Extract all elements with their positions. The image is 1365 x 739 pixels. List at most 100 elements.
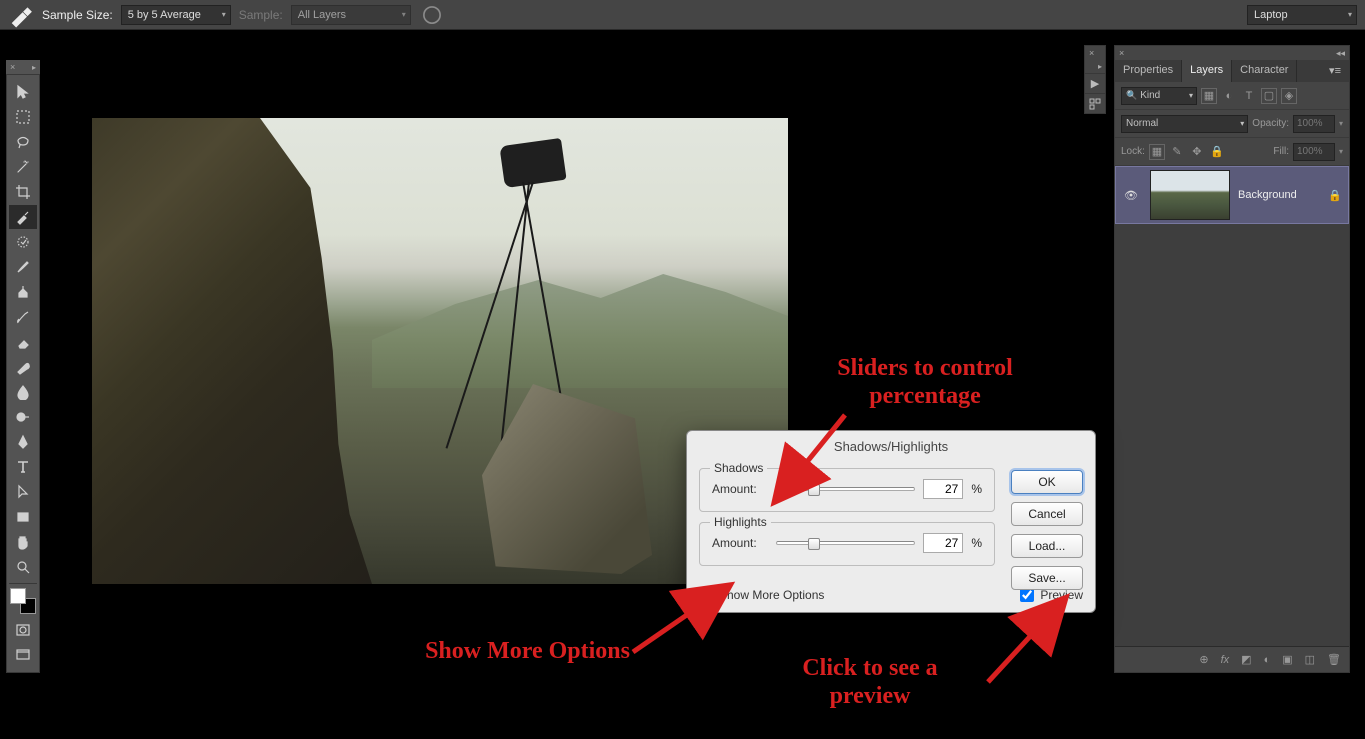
- slider-thumb-icon[interactable]: [808, 484, 820, 496]
- kind-filter-dropdown[interactable]: 🔍Kind▾: [1121, 87, 1197, 105]
- blur-tool[interactable]: [9, 380, 37, 404]
- highlights-amount-input[interactable]: [923, 533, 963, 553]
- sample-size-value: 5 by 5 Average: [128, 9, 201, 21]
- marquee-tool[interactable]: [9, 105, 37, 129]
- lock-transparency-icon[interactable]: ▦: [1149, 144, 1165, 160]
- move-tool[interactable]: [9, 80, 37, 104]
- path-selection-tool[interactable]: [9, 480, 37, 504]
- color-swatches[interactable]: [10, 588, 36, 614]
- type-tool[interactable]: [9, 455, 37, 479]
- blend-row: Normal▾ Opacity: 100% ▾: [1115, 110, 1349, 138]
- rectangle-tool[interactable]: [9, 505, 37, 529]
- load-button[interactable]: Load...: [1011, 534, 1083, 558]
- percent-label: %: [971, 536, 982, 550]
- fill-value[interactable]: 100%: [1293, 143, 1335, 161]
- new-layer-icon[interactable]: ◫: [1305, 653, 1315, 666]
- annotation-sliders: Sliders to control percentage: [800, 355, 1050, 410]
- show-more-label: Show More Options: [719, 588, 824, 602]
- preview-checkbox-input[interactable]: [1020, 588, 1034, 602]
- highlights-fieldset: Highlights Amount: %: [699, 522, 995, 566]
- clone-stamp-tool[interactable]: [9, 280, 37, 304]
- hand-tool[interactable]: [9, 530, 37, 554]
- trash-icon[interactable]: 🗑: [1327, 653, 1341, 666]
- visibility-toggle-icon[interactable]: 👁: [1116, 189, 1146, 202]
- shape-filter-icon[interactable]: ▢: [1261, 88, 1277, 104]
- layer-name[interactable]: Background: [1234, 189, 1328, 201]
- adjustment-layer-icon[interactable]: ◐: [1264, 654, 1271, 666]
- eyedropper-tool-icon[interactable]: [8, 5, 34, 25]
- adjustment-filter-icon[interactable]: ◐: [1221, 88, 1237, 104]
- show-more-options-checkbox[interactable]: Show More Options: [699, 588, 824, 602]
- slider-thumb-icon[interactable]: [808, 538, 820, 550]
- link-layers-icon[interactable]: ⊕: [1199, 653, 1208, 666]
- shadows-legend: Shadows: [710, 461, 767, 475]
- ok-button[interactable]: OK: [1011, 470, 1083, 494]
- tab-character[interactable]: Character: [1232, 60, 1297, 82]
- tab-layers[interactable]: Layers: [1182, 60, 1232, 82]
- filter-row: 🔍Kind▾ ▦ ◐ T ▢ ◈: [1115, 82, 1349, 110]
- workspace-value: Laptop: [1254, 9, 1288, 21]
- group-icon[interactable]: ▣: [1282, 653, 1292, 666]
- workspace-dropdown[interactable]: Laptop ▾: [1247, 5, 1357, 25]
- dodge-tool[interactable]: [9, 405, 37, 429]
- arrow-icon: [790, 410, 850, 483]
- close-icon[interactable]: ×: [1119, 48, 1124, 58]
- shadows-amount-slider[interactable]: [776, 487, 915, 491]
- percent-label: %: [971, 482, 982, 496]
- cancel-button[interactable]: Cancel: [1011, 502, 1083, 526]
- zoom-tool[interactable]: [9, 555, 37, 579]
- panel-header[interactable]: × ◂◂: [1115, 46, 1349, 60]
- fill-label: Fill:: [1273, 146, 1289, 157]
- collapsed-dock[interactable]: × ▸ ▶: [1084, 45, 1106, 114]
- lock-all-icon[interactable]: 🔒: [1209, 144, 1225, 160]
- highlights-amount-slider[interactable]: [776, 541, 915, 545]
- healing-brush-tool[interactable]: [9, 230, 37, 254]
- magic-wand-tool[interactable]: [9, 155, 37, 179]
- opacity-value[interactable]: 100%: [1293, 115, 1335, 133]
- lock-position-icon[interactable]: ✥: [1189, 144, 1205, 160]
- play-icon[interactable]: ▶: [1085, 73, 1105, 93]
- layer-row-background[interactable]: 👁 Background 🔒: [1115, 166, 1349, 224]
- pen-tool[interactable]: [9, 430, 37, 454]
- close-icon[interactable]: ×: [1085, 46, 1105, 60]
- panel-menu-icon[interactable]: ▾≡: [1321, 60, 1349, 82]
- crop-tool[interactable]: [9, 180, 37, 204]
- canvas-image[interactable]: [92, 118, 788, 584]
- mask-icon[interactable]: ◩: [1241, 653, 1251, 666]
- smart-filter-icon[interactable]: ◈: [1281, 88, 1297, 104]
- toolbar-header[interactable]: ×▸: [6, 60, 40, 74]
- eraser-tool[interactable]: [9, 330, 37, 354]
- kind-label: Kind: [1140, 90, 1160, 101]
- brush-tool[interactable]: [9, 255, 37, 279]
- sample-value: All Layers: [298, 9, 346, 21]
- type-filter-icon[interactable]: T: [1241, 88, 1257, 104]
- opacity-label: Opacity:: [1252, 118, 1289, 129]
- annotation-preview: Click to see a preview: [780, 655, 960, 710]
- history-brush-tool[interactable]: [9, 305, 37, 329]
- fx-icon[interactable]: fx: [1221, 654, 1230, 666]
- close-icon[interactable]: ×: [6, 62, 15, 72]
- screen-mode-toggle[interactable]: [9, 643, 37, 667]
- eyedropper-tool[interactable]: [9, 205, 37, 229]
- sample-label: Sample:: [239, 8, 283, 22]
- ring-icon[interactable]: [419, 5, 445, 25]
- lasso-tool[interactable]: [9, 130, 37, 154]
- lock-icon[interactable]: 🔒: [1328, 189, 1348, 202]
- sample-size-dropdown[interactable]: 5 by 5 Average ▾: [121, 5, 231, 25]
- pixel-filter-icon[interactable]: ▦: [1201, 88, 1217, 104]
- lock-pixels-icon[interactable]: ✎: [1169, 144, 1185, 160]
- options-bar: Sample Size: 5 by 5 Average ▾ Sample: Al…: [0, 0, 1365, 30]
- tab-properties[interactable]: Properties: [1115, 60, 1182, 82]
- blend-mode-dropdown[interactable]: Normal▾: [1121, 115, 1248, 133]
- chevron-down-icon: ▾: [222, 10, 226, 19]
- panel-tabs: Properties Layers Character ▾≡: [1115, 60, 1349, 82]
- layer-thumbnail[interactable]: [1150, 170, 1230, 220]
- quick-mask-toggle[interactable]: [9, 618, 37, 642]
- panel-icon[interactable]: [1085, 93, 1105, 113]
- preview-checkbox[interactable]: Preview: [1020, 588, 1083, 602]
- collapse-icon[interactable]: ◂◂: [1336, 48, 1345, 59]
- shadows-amount-input[interactable]: [923, 479, 963, 499]
- gradient-tool[interactable]: [9, 355, 37, 379]
- save-button[interactable]: Save...: [1011, 566, 1083, 590]
- foreground-color-swatch[interactable]: [10, 588, 26, 604]
